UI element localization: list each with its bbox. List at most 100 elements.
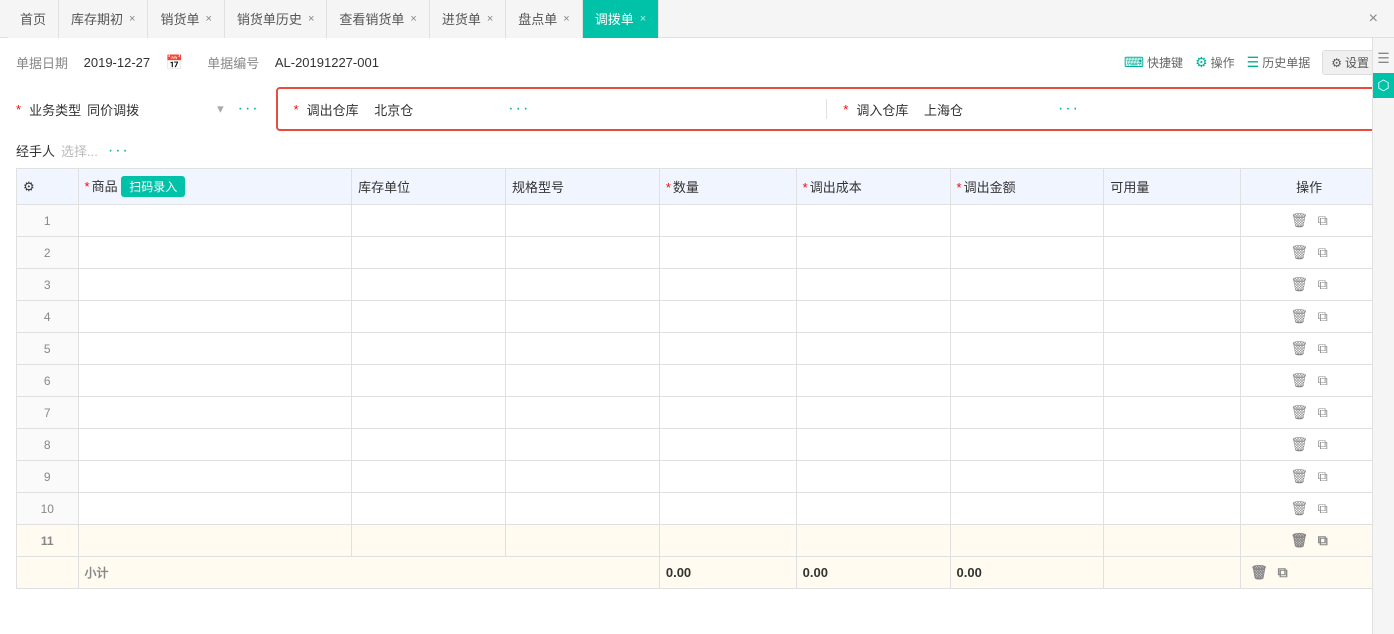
delete-icon-4[interactable]: 🗑: [1290, 308, 1308, 324]
cell-goods-4[interactable]: [78, 301, 352, 333]
cell-unit-7[interactable]: [352, 397, 506, 429]
cell-qty-2[interactable]: [659, 237, 796, 269]
copy-icon-6[interactable]: ⧉: [1318, 372, 1328, 388]
tab-close-view-sales[interactable]: ×: [410, 13, 416, 25]
close-all-tabs[interactable]: ×: [1361, 10, 1386, 28]
cell-spec-11[interactable]: [505, 525, 659, 557]
tab-sales-order[interactable]: 销货单 ×: [148, 0, 224, 38]
copy-icon-1[interactable]: ⧉: [1318, 212, 1328, 228]
handler-more[interactable]: ···: [108, 142, 130, 160]
cell-spec-3[interactable]: [505, 269, 659, 301]
cell-amount-7[interactable]: [950, 397, 1104, 429]
shortcut-btn[interactable]: ⌨ 快捷键: [1124, 54, 1183, 71]
cell-cost-6[interactable]: [796, 365, 950, 397]
calendar-icon[interactable]: 📅: [166, 54, 183, 71]
gear-icon[interactable]: ⚙: [23, 179, 35, 194]
copy-icon-4[interactable]: ⧉: [1318, 308, 1328, 324]
cell-amount-8[interactable]: [950, 429, 1104, 461]
subtotal-delete-icon[interactable]: 🗑: [1250, 564, 1268, 580]
delete-icon-10[interactable]: 🗑: [1290, 500, 1308, 516]
cell-unit-6[interactable]: [352, 365, 506, 397]
cell-unit-2[interactable]: [352, 237, 506, 269]
business-type-dropdown[interactable]: ▾: [217, 101, 224, 117]
cell-goods-3[interactable]: [78, 269, 352, 301]
copy-icon-10[interactable]: ⧉: [1318, 500, 1328, 516]
cell-qty-6[interactable]: [659, 365, 796, 397]
cell-unit-8[interactable]: [352, 429, 506, 461]
subtotal-copy-icon[interactable]: ⧉: [1278, 564, 1288, 580]
cell-goods-1[interactable]: [78, 205, 352, 237]
cell-amount-9[interactable]: [950, 461, 1104, 493]
cell-available-9[interactable]: [1104, 461, 1241, 493]
cell-available-3[interactable]: [1104, 269, 1241, 301]
cell-unit-5[interactable]: [352, 333, 506, 365]
tab-close-sales-history[interactable]: ×: [308, 13, 314, 25]
cell-cost-10[interactable]: [796, 493, 950, 525]
cell-amount-2[interactable]: [950, 237, 1104, 269]
cell-spec-8[interactable]: [505, 429, 659, 461]
delete-icon-7[interactable]: 🗑: [1290, 404, 1308, 420]
operation-btn[interactable]: ⚙ 操作: [1195, 54, 1235, 71]
delete-icon-9[interactable]: 🗑: [1290, 468, 1308, 484]
tab-close-inventory-init[interactable]: ×: [129, 13, 135, 25]
tab-close-purchase[interactable]: ×: [487, 13, 493, 25]
cell-amount-5[interactable]: [950, 333, 1104, 365]
cell-amount-11[interactable]: [950, 525, 1104, 557]
copy-icon-3[interactable]: ⧉: [1318, 276, 1328, 292]
copy-icon-11[interactable]: ⧉: [1318, 532, 1328, 548]
tab-inventory-init[interactable]: 库存期初 ×: [59, 0, 148, 38]
delete-icon-8[interactable]: 🗑: [1290, 436, 1308, 452]
cell-available-5[interactable]: [1104, 333, 1241, 365]
cell-qty-9[interactable]: [659, 461, 796, 493]
cell-cost-1[interactable]: [796, 205, 950, 237]
transfer-out-more[interactable]: ···: [508, 100, 530, 118]
cell-available-8[interactable]: [1104, 429, 1241, 461]
tab-stocktake[interactable]: 盘点单 ×: [506, 0, 582, 38]
copy-icon-7[interactable]: ⧉: [1318, 404, 1328, 420]
tab-transfer[interactable]: 调拨单 ×: [583, 0, 659, 38]
sidebar-doc-icon[interactable]: ☰: [1377, 46, 1390, 71]
cell-cost-3[interactable]: [796, 269, 950, 301]
history-btn[interactable]: ☰ 历史单据: [1247, 54, 1311, 71]
transfer-in-value[interactable]: 上海仓: [924, 100, 1044, 119]
tab-close-transfer[interactable]: ×: [640, 13, 646, 25]
handler-select[interactable]: 选择...: [61, 141, 98, 160]
cell-spec-2[interactable]: [505, 237, 659, 269]
tab-close-sales-order[interactable]: ×: [205, 13, 211, 25]
cell-qty-8[interactable]: [659, 429, 796, 461]
cell-unit-10[interactable]: [352, 493, 506, 525]
cell-available-7[interactable]: [1104, 397, 1241, 429]
cell-available-10[interactable]: [1104, 493, 1241, 525]
cell-available-2[interactable]: [1104, 237, 1241, 269]
cell-cost-8[interactable]: [796, 429, 950, 461]
cell-goods-2[interactable]: [78, 237, 352, 269]
copy-icon-8[interactable]: ⧉: [1318, 436, 1328, 452]
cell-goods-8[interactable]: [78, 429, 352, 461]
business-type-value[interactable]: 同价调拨: [87, 100, 207, 119]
scan-entry-btn[interactable]: 扫码录入: [121, 176, 185, 197]
cell-qty-7[interactable]: [659, 397, 796, 429]
cell-goods-5[interactable]: [78, 333, 352, 365]
cell-unit-3[interactable]: [352, 269, 506, 301]
cell-cost-2[interactable]: [796, 237, 950, 269]
cell-unit-4[interactable]: [352, 301, 506, 333]
tab-purchase[interactable]: 进货单 ×: [430, 0, 506, 38]
cell-amount-10[interactable]: [950, 493, 1104, 525]
copy-icon-2[interactable]: ⧉: [1318, 244, 1328, 260]
tab-home[interactable]: 首页: [8, 0, 59, 38]
settings-button[interactable]: ⚙ 设置: [1322, 50, 1378, 75]
col-settings[interactable]: ⚙: [17, 169, 79, 205]
cell-available-4[interactable]: [1104, 301, 1241, 333]
cell-cost-9[interactable]: [796, 461, 950, 493]
cell-spec-10[interactable]: [505, 493, 659, 525]
delete-icon-11[interactable]: 🗑: [1290, 532, 1308, 548]
cell-spec-1[interactable]: [505, 205, 659, 237]
business-type-more[interactable]: ···: [238, 100, 260, 118]
tab-view-sales[interactable]: 查看销货单 ×: [327, 0, 429, 38]
cell-spec-5[interactable]: [505, 333, 659, 365]
sidebar-expand-icon[interactable]: ⬡: [1373, 73, 1394, 98]
cell-amount-6[interactable]: [950, 365, 1104, 397]
cell-available-6[interactable]: [1104, 365, 1241, 397]
cell-goods-10[interactable]: [78, 493, 352, 525]
cell-amount-3[interactable]: [950, 269, 1104, 301]
